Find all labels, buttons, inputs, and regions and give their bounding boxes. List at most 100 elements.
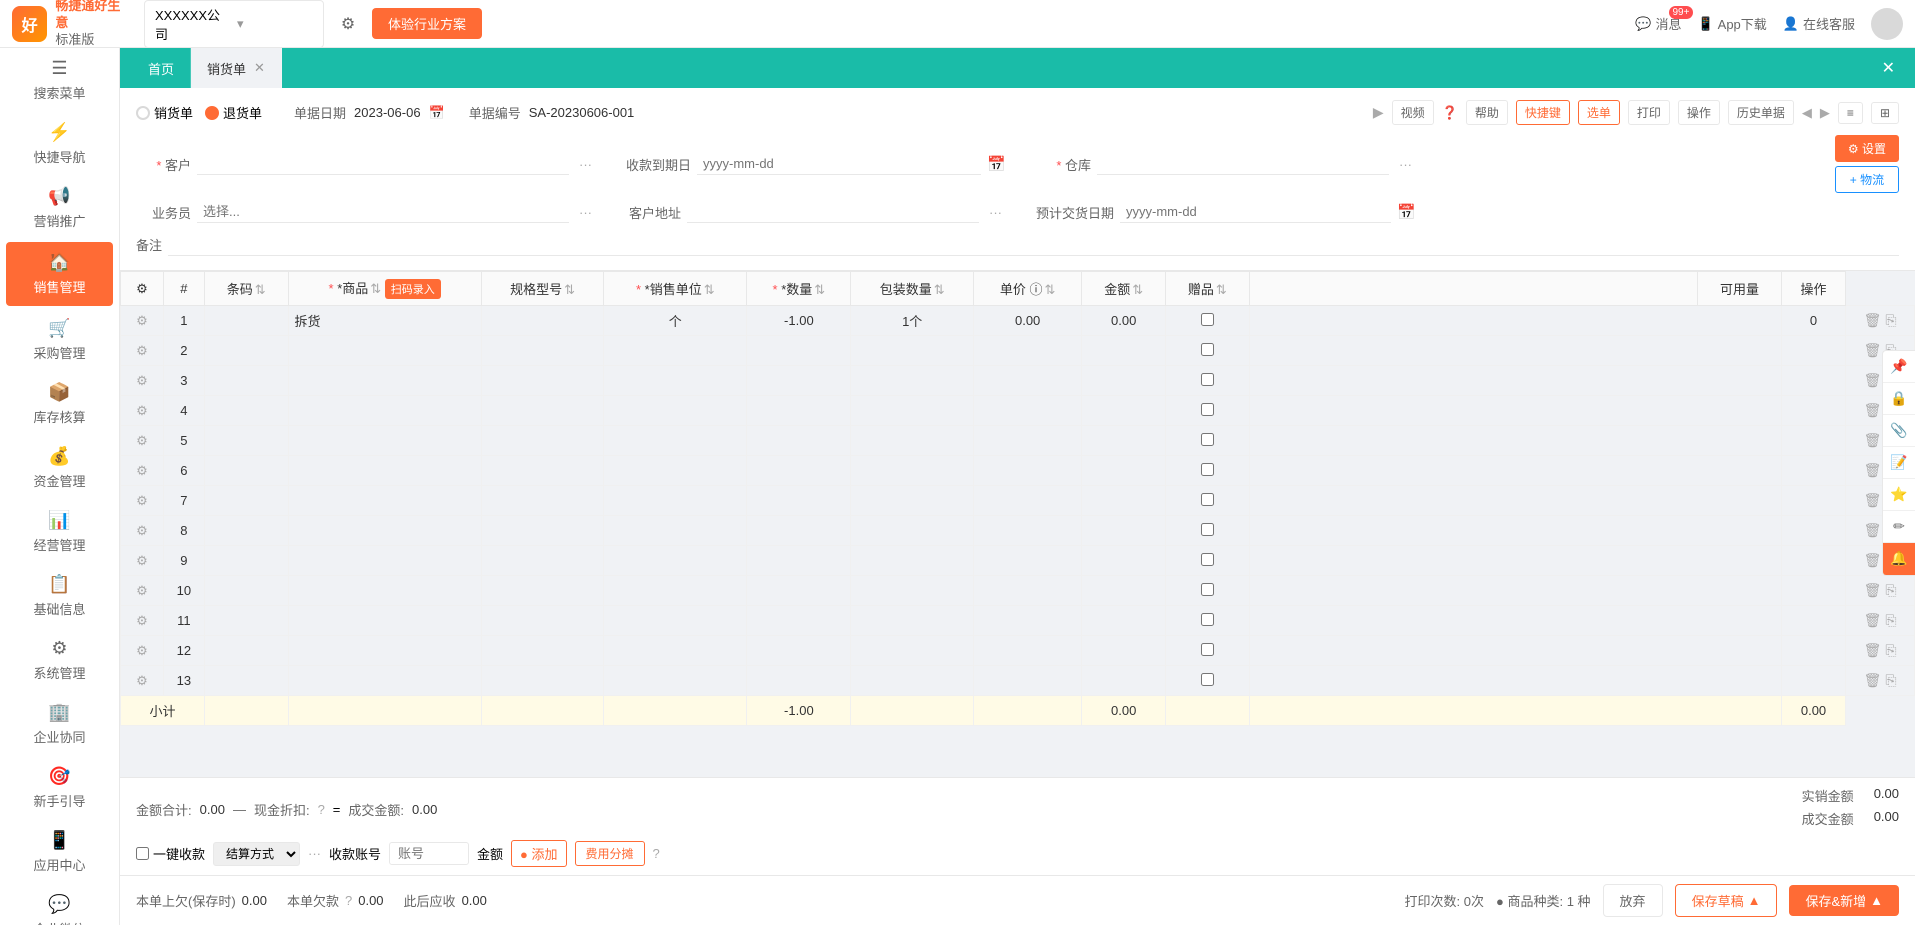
discard-btn[interactable]: 放弃 [1603,884,1663,917]
cell-unit-5[interactable] [604,456,747,486]
right-tool-attach[interactable]: 📎 [1883,415,1915,447]
th-settings[interactable]: ⚙ [121,272,164,306]
sidebar-item-marketing[interactable]: 📢 营销推广 [0,176,119,240]
sidebar-item-quick-nav[interactable]: ⚡ 快捷导航 [0,112,119,176]
cell-pack-qty-12[interactable] [851,666,973,696]
tab-sales-order[interactable]: 销货单 ✕ [191,48,282,88]
cell-amount-8[interactable] [1082,546,1166,576]
sidebar-item-app-center[interactable]: 📱 应用中心 [0,820,119,884]
one-click-pay-input[interactable] [136,847,149,860]
sidebar-item-purchase[interactable]: 🛒 采购管理 [0,308,119,372]
account-input[interactable] [389,842,469,865]
cell-settings-6[interactable]: ⚙ [121,486,164,516]
cell-barcode-6[interactable] [204,486,288,516]
print-btn[interactable]: 打印 [1628,100,1670,125]
cell-product-9[interactable] [288,576,481,606]
cell-amount-1[interactable] [1082,336,1166,366]
cell-gift-12[interactable] [1165,666,1249,696]
operate-btn[interactable]: 操作 [1678,100,1720,125]
delete-icon-8[interactable]: 🗑 [1864,552,1882,569]
copy-icon-11[interactable]: ⎘ [1885,642,1896,659]
sidebar-item-finance[interactable]: 💰 资金管理 [0,436,119,500]
cell-settings-2[interactable]: ⚙ [121,366,164,396]
scan-btn[interactable]: 扫码录入 [385,279,441,299]
logistics-action-btn[interactable]: + 物流 [1835,166,1899,193]
cell-gift-0[interactable] [1165,306,1249,336]
cell-quantity-9[interactable] [747,576,851,606]
cell-unit-price-12[interactable] [973,666,1081,696]
cell-barcode-8[interactable] [204,546,288,576]
cell-barcode-7[interactable] [204,516,288,546]
cell-amount-7[interactable] [1082,516,1166,546]
delete-icon-0[interactable]: 🗑 [1864,312,1882,329]
sidebar-item-inventory[interactable]: 📦 库存核算 [0,372,119,436]
delete-icon-6[interactable]: 🗑 [1864,492,1882,509]
help-btn[interactable]: 帮助 [1466,100,1508,125]
delete-icon-10[interactable]: 🗑 [1864,612,1882,629]
cell-settings-3[interactable]: ⚙ [121,396,164,426]
delete-icon-2[interactable]: 🗑 [1864,372,1882,389]
delete-icon-3[interactable]: 🗑 [1864,402,1882,419]
cell-amount-4[interactable] [1082,426,1166,456]
cell-settings-1[interactable]: ⚙ [121,336,164,366]
one-click-pay-checkbox[interactable]: 一键收款 [136,844,205,863]
cell-gift-10[interactable] [1165,606,1249,636]
cell-unit-6[interactable] [604,486,747,516]
cell-quantity-12[interactable] [747,666,851,696]
cell-settings-8[interactable]: ⚙ [121,546,164,576]
message-btn[interactable]: 💬 消息 99+ [1635,14,1681,33]
sidebar-item-guide[interactable]: 🎯 新手引导 [0,756,119,820]
copy-icon-10[interactable]: ⎘ [1885,612,1896,629]
cell-barcode-2[interactable] [204,366,288,396]
payment-dots[interactable]: ··· [308,846,321,861]
cell-gift-7[interactable] [1165,516,1249,546]
view-list-btn[interactable]: ≡ [1838,102,1863,124]
sidebar-item-system[interactable]: ⚙ 系统管理 [0,628,119,692]
cell-amount-10[interactable] [1082,606,1166,636]
shortcut-btn[interactable]: 快捷键 [1516,100,1570,125]
cell-pack-qty-9[interactable] [851,576,973,606]
nav-next-icon[interactable]: ▶ [1820,105,1830,121]
cell-amount-5[interactable] [1082,456,1166,486]
cell-barcode-4[interactable] [204,426,288,456]
cell-gift-11[interactable] [1165,636,1249,666]
cell-spec-2[interactable] [481,366,603,396]
cell-unit-price-6[interactable] [973,486,1081,516]
cell-barcode-0[interactable] [204,306,288,336]
cell-unit-price-11[interactable] [973,636,1081,666]
cell-unit-7[interactable] [604,516,747,546]
delete-icon-7[interactable]: 🗑 [1864,522,1882,539]
delete-icon-4[interactable]: 🗑 [1864,432,1882,449]
cell-pack-qty-3[interactable] [851,396,973,426]
sidebar-item-wechat[interactable]: 💬 企业微信 [0,884,119,925]
cell-pack-qty-6[interactable] [851,486,973,516]
user-avatar[interactable] [1871,8,1903,40]
cell-pack-qty-0[interactable]: 1个 [851,306,973,336]
right-tool-star[interactable]: ⭐ [1883,479,1915,511]
cell-unit-price-8[interactable] [973,546,1081,576]
copy-icon-12[interactable]: ⎘ [1885,672,1896,689]
cell-unit-11[interactable] [604,636,747,666]
nav-prev-icon[interactable]: ◀ [1802,105,1812,121]
cell-product-3[interactable] [288,396,481,426]
expense-split-btn[interactable]: 费用分摊 [575,841,645,866]
trial-button[interactable]: 体验行业方案 [372,8,482,39]
cell-settings-10[interactable]: ⚙ [121,606,164,636]
cell-quantity-10[interactable] [747,606,851,636]
cell-quantity-7[interactable] [747,516,851,546]
cell-unit-9[interactable] [604,576,747,606]
cell-amount-11[interactable] [1082,636,1166,666]
cell-unit-price-5[interactable] [973,456,1081,486]
cell-quantity-11[interactable] [747,636,851,666]
company-selector[interactable]: XXXXXX公司 ▾ [144,0,324,48]
radio-return-order[interactable]: 退货单 [205,103,262,122]
calendar-icon[interactable]: 📅 [429,105,445,121]
cell-quantity-4[interactable] [747,426,851,456]
cell-unit-10[interactable] [604,606,747,636]
right-tool-pin[interactable]: 📌 [1883,351,1915,383]
right-tool-lock[interactable]: 🔒 [1883,383,1915,415]
cell-gift-9[interactable] [1165,576,1249,606]
cell-settings-4[interactable]: ⚙ [121,426,164,456]
customer-address-input[interactable] [687,201,979,223]
cell-product-4[interactable] [288,426,481,456]
